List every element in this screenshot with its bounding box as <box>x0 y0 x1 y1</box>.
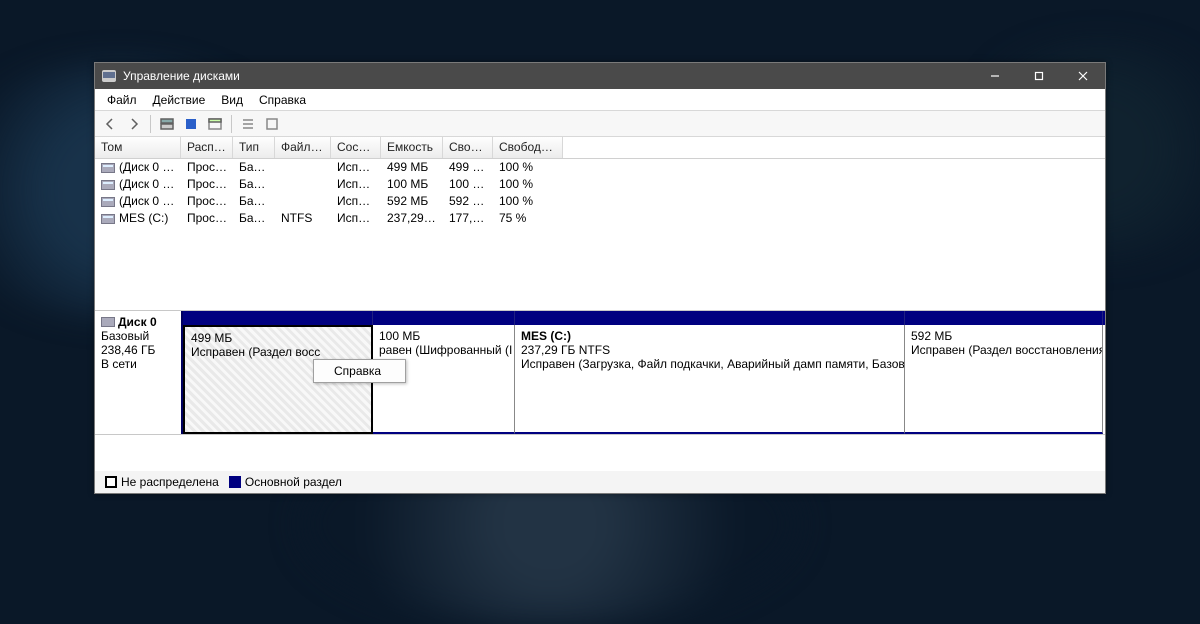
table-row[interactable]: (Диск 0 разде...ПростойБазов...Испра...1… <box>95 176 1105 193</box>
volume-icon <box>101 197 115 207</box>
disk-management-window: Управление дисками Файл Действие Вид Спр… <box>94 62 1106 494</box>
toolbar <box>95 111 1105 137</box>
menubar: Файл Действие Вид Справка <box>95 89 1105 111</box>
volume-list-header[interactable]: Том Распол... Тип Файлова... Состоя... Е… <box>95 137 1105 159</box>
context-menu-help[interactable]: Справка <box>314 360 405 382</box>
forward-button[interactable] <box>123 113 145 135</box>
disk-size: 238,46 ГБ <box>101 343 175 357</box>
help-icon[interactable] <box>261 113 283 135</box>
disk-status: В сети <box>101 357 175 371</box>
close-button[interactable] <box>1061 63 1105 89</box>
menu-file[interactable]: Файл <box>99 91 145 109</box>
table-row[interactable]: (Диск 0 разде...ПростойБазов...Испра...4… <box>95 159 1105 176</box>
legend: Не распределена Основной раздел <box>95 471 1105 493</box>
col-type[interactable]: Тип <box>233 137 275 158</box>
window-title: Управление дисками <box>123 69 240 83</box>
col-free-pct[interactable]: Свободно... <box>493 137 563 158</box>
menu-help[interactable]: Справка <box>251 91 314 109</box>
disk-info[interactable]: Диск 0 Базовый 238,46 ГБ В сети <box>95 311 183 434</box>
maximize-button[interactable] <box>1017 63 1061 89</box>
col-volume[interactable]: Том <box>95 137 181 158</box>
col-status[interactable]: Состоя... <box>331 137 381 158</box>
disk-icon <box>101 317 115 327</box>
volume-list: Том Распол... Тип Файлова... Состоя... Е… <box>95 137 1105 311</box>
volume-icon <box>101 214 115 224</box>
titlebar[interactable]: Управление дисками <box>95 63 1105 89</box>
properties-icon[interactable] <box>180 113 202 135</box>
col-filesystem[interactable]: Файлова... <box>275 137 331 158</box>
app-icon <box>101 68 117 84</box>
minimize-button[interactable] <box>973 63 1017 89</box>
col-capacity[interactable]: Емкость <box>381 137 443 158</box>
table-row[interactable]: (Диск 0 разде...ПростойБазов...Испра...5… <box>95 193 1105 210</box>
back-button[interactable] <box>99 113 121 135</box>
menu-view[interactable]: Вид <box>213 91 251 109</box>
volume-icon <box>101 163 115 173</box>
col-free[interactable]: Свобо... <box>443 137 493 158</box>
menu-action[interactable]: Действие <box>145 91 214 109</box>
table-row[interactable]: MES (C:)ПростойБазов...NTFSИспра...237,2… <box>95 210 1105 227</box>
view-bottom-icon[interactable] <box>204 113 226 135</box>
disk-type: Базовый <box>101 329 175 343</box>
disk-map: Диск 0 Базовый 238,46 ГБ В сети 499 МБИс… <box>95 311 1105 435</box>
disk-name: Диск 0 <box>118 315 157 329</box>
partition[interactable]: MES (C:)237,29 ГБ NTFSИсправен (Загрузка… <box>515 325 905 434</box>
partition[interactable]: 592 МБИсправен (Раздел восстановления) <box>905 325 1103 434</box>
legend-unallocated: Не распределена <box>105 475 219 489</box>
view-top-icon[interactable] <box>156 113 178 135</box>
context-menu[interactable]: Справка <box>313 359 406 383</box>
col-layout[interactable]: Распол... <box>181 137 233 158</box>
action-list-icon[interactable] <box>237 113 259 135</box>
volume-icon <box>101 180 115 190</box>
legend-primary: Основной раздел <box>229 475 342 489</box>
